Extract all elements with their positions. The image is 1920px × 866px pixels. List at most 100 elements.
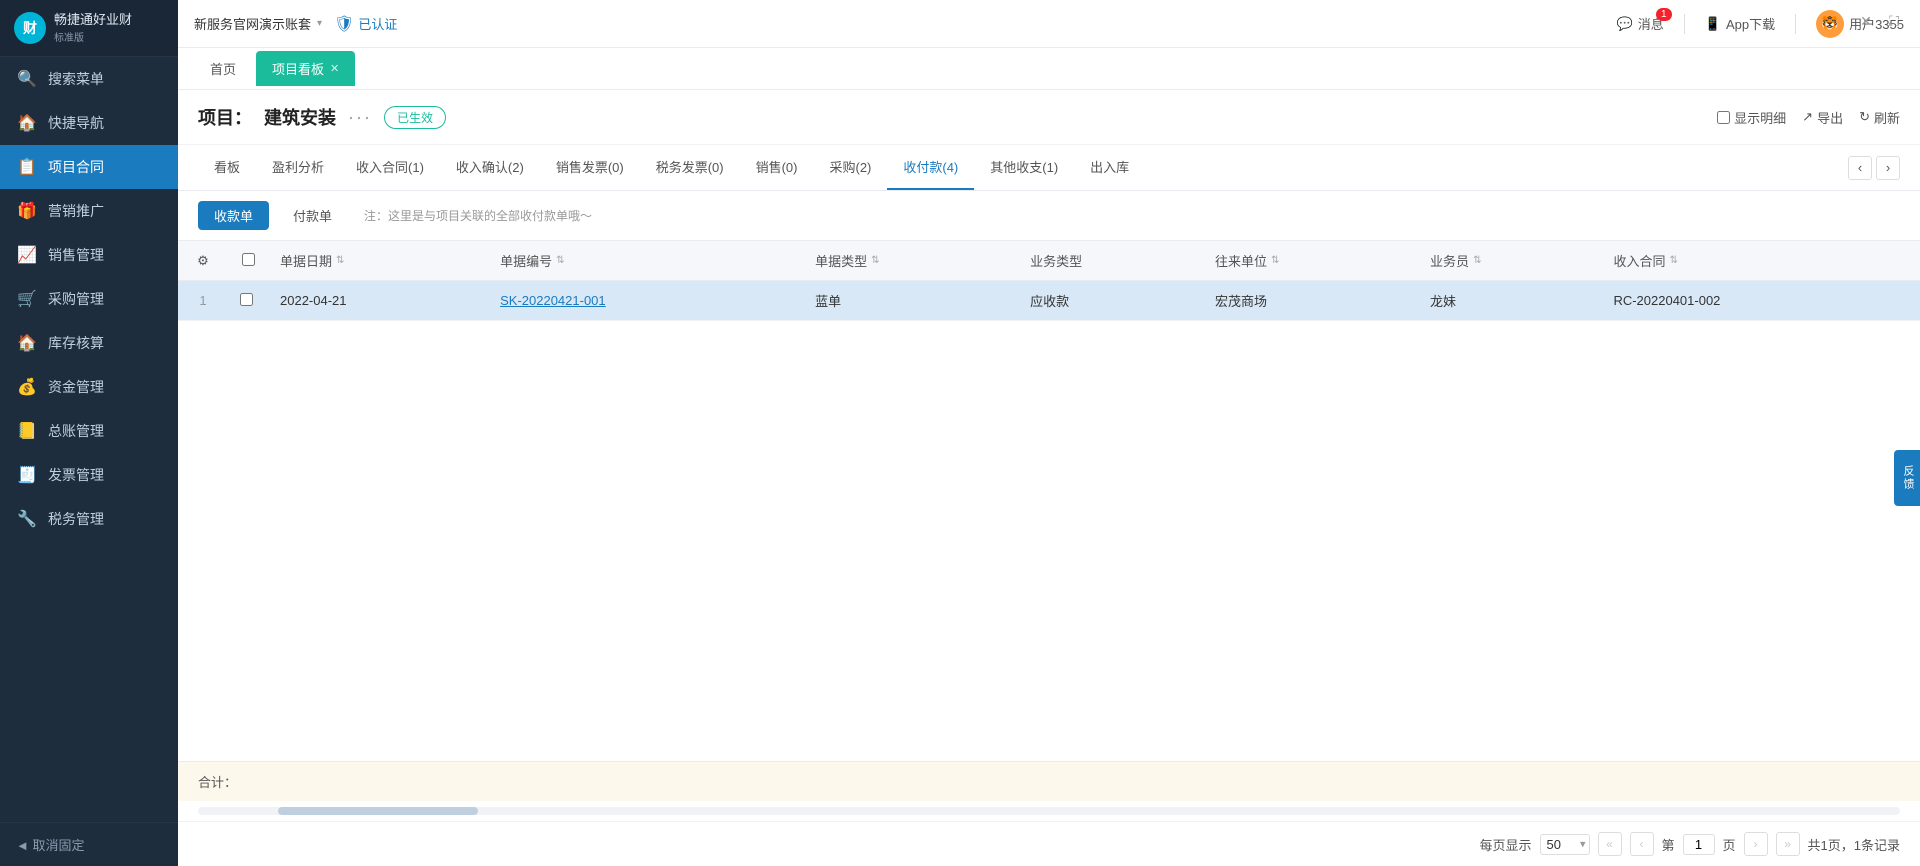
current-page-input[interactable] [1683, 834, 1715, 855]
sidebar-unpin-button[interactable]: ◄ 取消固定 [0, 822, 178, 866]
prev-page-button[interactable]: ‹ [1630, 832, 1654, 856]
sidebar-item-inventory[interactable]: 🏠 库存核算 [0, 321, 178, 365]
salesperson-column-header[interactable]: 业务员 ⇅ [1418, 241, 1601, 281]
close-icon[interactable]: ✕ [330, 62, 339, 75]
tab-project-board[interactable]: 项目看板 ✕ [256, 51, 355, 86]
show-detail-input[interactable] [1717, 111, 1730, 124]
app-logo-icon: 财 [14, 12, 46, 44]
horizontal-scrollbar[interactable] [178, 801, 1920, 821]
sort-icon: ⇅ [556, 255, 564, 266]
messages-button[interactable]: 💬 消息 1 [1617, 14, 1664, 33]
avatar: 🐯 [1816, 10, 1844, 38]
income-contract-column-header[interactable]: 收入合同 ⇅ [1601, 241, 1920, 281]
main-area: 新服务官网演示账套 ▾ 🛡 已认证 💬 消息 1 📱 App下载 🐯 用 [178, 0, 1920, 866]
account-selector[interactable]: 新服务官网演示账套 ▾ [194, 14, 322, 33]
shield-icon: 🛡 [334, 14, 354, 34]
checkbox-column-header [228, 241, 268, 281]
export-button[interactable]: ↗ 导出 [1802, 108, 1843, 127]
close-window-button[interactable]: ✕ [1856, 11, 1876, 31]
per-page-select[interactable]: 50 100 200 [1540, 834, 1590, 855]
app-subtitle: 标准版 [54, 29, 132, 44]
more-options-icon[interactable]: ··· [348, 107, 372, 128]
export-icon: ↗ [1802, 109, 1813, 125]
date-column-header[interactable]: 单据日期 ⇅ [268, 241, 488, 281]
row-checkbox[interactable] [228, 281, 268, 321]
sidebar-item-quicknav[interactable]: 🏠 快捷导航 [0, 101, 178, 145]
type-column-header[interactable]: 单据类型 ⇅ [803, 241, 1018, 281]
marketing-icon: 🎁 [16, 200, 38, 222]
certified-status: 🛡 已认证 [334, 14, 397, 34]
sub-nav-tax-invoice[interactable]: 税务发票(0) [640, 145, 740, 190]
scrollbar-track[interactable] [198, 807, 1900, 815]
sidebar-item-label: 采购管理 [48, 289, 104, 309]
sub-nav-kanban[interactable]: 看板 [198, 145, 256, 190]
chevron-down-icon: ▾ [317, 18, 322, 29]
sidebar-item-purchase[interactable]: 🛒 采购管理 [0, 277, 178, 321]
sidebar-item-sales[interactable]: 📈 销售管理 [0, 233, 178, 277]
window-controls: ✕ ⛶ [1856, 0, 1904, 42]
app-download-label: App下载 [1726, 14, 1775, 33]
sidebar-item-marketing[interactable]: 🎁 营销推广 [0, 189, 178, 233]
phone-icon: 📱 [1705, 16, 1721, 32]
feedback-button[interactable]: 反馈 [1894, 450, 1920, 506]
per-page-select-wrapper[interactable]: 50 100 200 [1540, 834, 1590, 855]
contract-icon: 📋 [16, 156, 38, 178]
divider [1795, 14, 1796, 34]
sub-nav-income-contract[interactable]: 收入合同(1) [340, 145, 440, 190]
scrollbar-thumb[interactable] [278, 807, 478, 815]
row-code-link[interactable]: SK-20220421-001 [500, 293, 606, 308]
sub-nav-next-button[interactable]: › [1876, 156, 1900, 180]
app-download-button[interactable]: 📱 App下载 [1705, 14, 1775, 33]
sidebar-item-funds[interactable]: 💰 资金管理 [0, 365, 178, 409]
sidebar-item-label: 营销推广 [48, 201, 104, 221]
code-column-header[interactable]: 单据编号 ⇅ [488, 241, 803, 281]
first-page-button[interactable]: « [1598, 832, 1622, 856]
sidebar-logo: 财 畅捷通好业财 标准版 [0, 0, 178, 57]
select-all-checkbox[interactable] [242, 253, 255, 266]
receipt-tab-bar: 收款单 付款单 注：这里是与项目关联的全部收付款单哦～ [178, 191, 1920, 240]
sub-nav-other-expense[interactable]: 其他收支(1) [974, 145, 1074, 190]
sub-nav-profit[interactable]: 盈利分析 [256, 145, 340, 190]
tabbar: 首页 项目看板 ✕ ✕ ⛶ [178, 48, 1920, 90]
message-icon: 💬 [1617, 16, 1633, 32]
settings-column-header[interactable]: ⚙ [178, 241, 228, 281]
collection-tab-button[interactable]: 收款单 [198, 201, 269, 230]
sub-nav-receipts[interactable]: 收付款(4) [887, 145, 974, 190]
app-title: 畅捷通好业财 [54, 12, 132, 29]
sidebar-item-ledger[interactable]: 📒 总账管理 [0, 409, 178, 453]
refresh-label: 刷新 [1874, 108, 1900, 127]
tab-home-label: 首页 [210, 59, 236, 78]
sidebar-item-search[interactable]: 🔍 搜索菜单 [0, 57, 178, 101]
refresh-button[interactable]: ↻ 刷新 [1859, 108, 1900, 127]
last-page-button[interactable]: » [1776, 832, 1800, 856]
row-code[interactable]: SK-20220421-001 [488, 281, 803, 321]
row-index: 1 [178, 281, 228, 321]
sidebar-item-label: 发票管理 [48, 465, 104, 485]
tab-home[interactable]: 首页 [194, 51, 252, 86]
show-detail-checkbox[interactable]: 显示明细 [1717, 108, 1786, 127]
sidebar-item-tax[interactable]: 🔧 税务管理 [0, 497, 178, 541]
partner-column-header[interactable]: 往来单位 ⇅ [1203, 241, 1418, 281]
per-page-label: 每页显示 [1479, 835, 1531, 854]
payment-tab-button[interactable]: 付款单 [277, 201, 348, 230]
sidebar-nav: 🔍 搜索菜单 🏠 快捷导航 📋 项目合同 🎁 营销推广 📈 销售管理 🛒 采购管… [0, 57, 178, 822]
maximize-window-button[interactable]: ⛶ [1884, 11, 1904, 31]
sidebar-item-contract[interactable]: 📋 项目合同 [0, 145, 178, 189]
sub-nav-prev-button[interactable]: ‹ [1848, 156, 1872, 180]
inventory-icon: 🏠 [16, 332, 38, 354]
next-page-button[interactable]: › [1744, 832, 1768, 856]
show-detail-label: 显示明细 [1734, 108, 1786, 127]
sort-icon: ⇅ [1271, 255, 1279, 266]
row-type: 蓝单 [803, 281, 1018, 321]
sidebar-item-invoice[interactable]: 🧾 发票管理 [0, 453, 178, 497]
biz-type-column-header: 业务类型 [1018, 241, 1203, 281]
row-date: 2022-04-21 [268, 281, 488, 321]
table-footer: 合计： [178, 761, 1920, 801]
sub-nav-purchase[interactable]: 采购(2) [813, 145, 887, 190]
sub-nav-warehouse[interactable]: 出入库 [1074, 145, 1145, 190]
sub-nav-sales[interactable]: 销售(0) [740, 145, 814, 190]
pagination: 每页显示 50 100 200 « ‹ 第 页 › » 共1页，1条记录 [178, 821, 1920, 866]
row-select-checkbox[interactable] [240, 293, 253, 306]
sub-nav-sales-invoice[interactable]: 销售发票(0) [540, 145, 640, 190]
sub-nav-income-confirm[interactable]: 收入确认(2) [440, 145, 540, 190]
